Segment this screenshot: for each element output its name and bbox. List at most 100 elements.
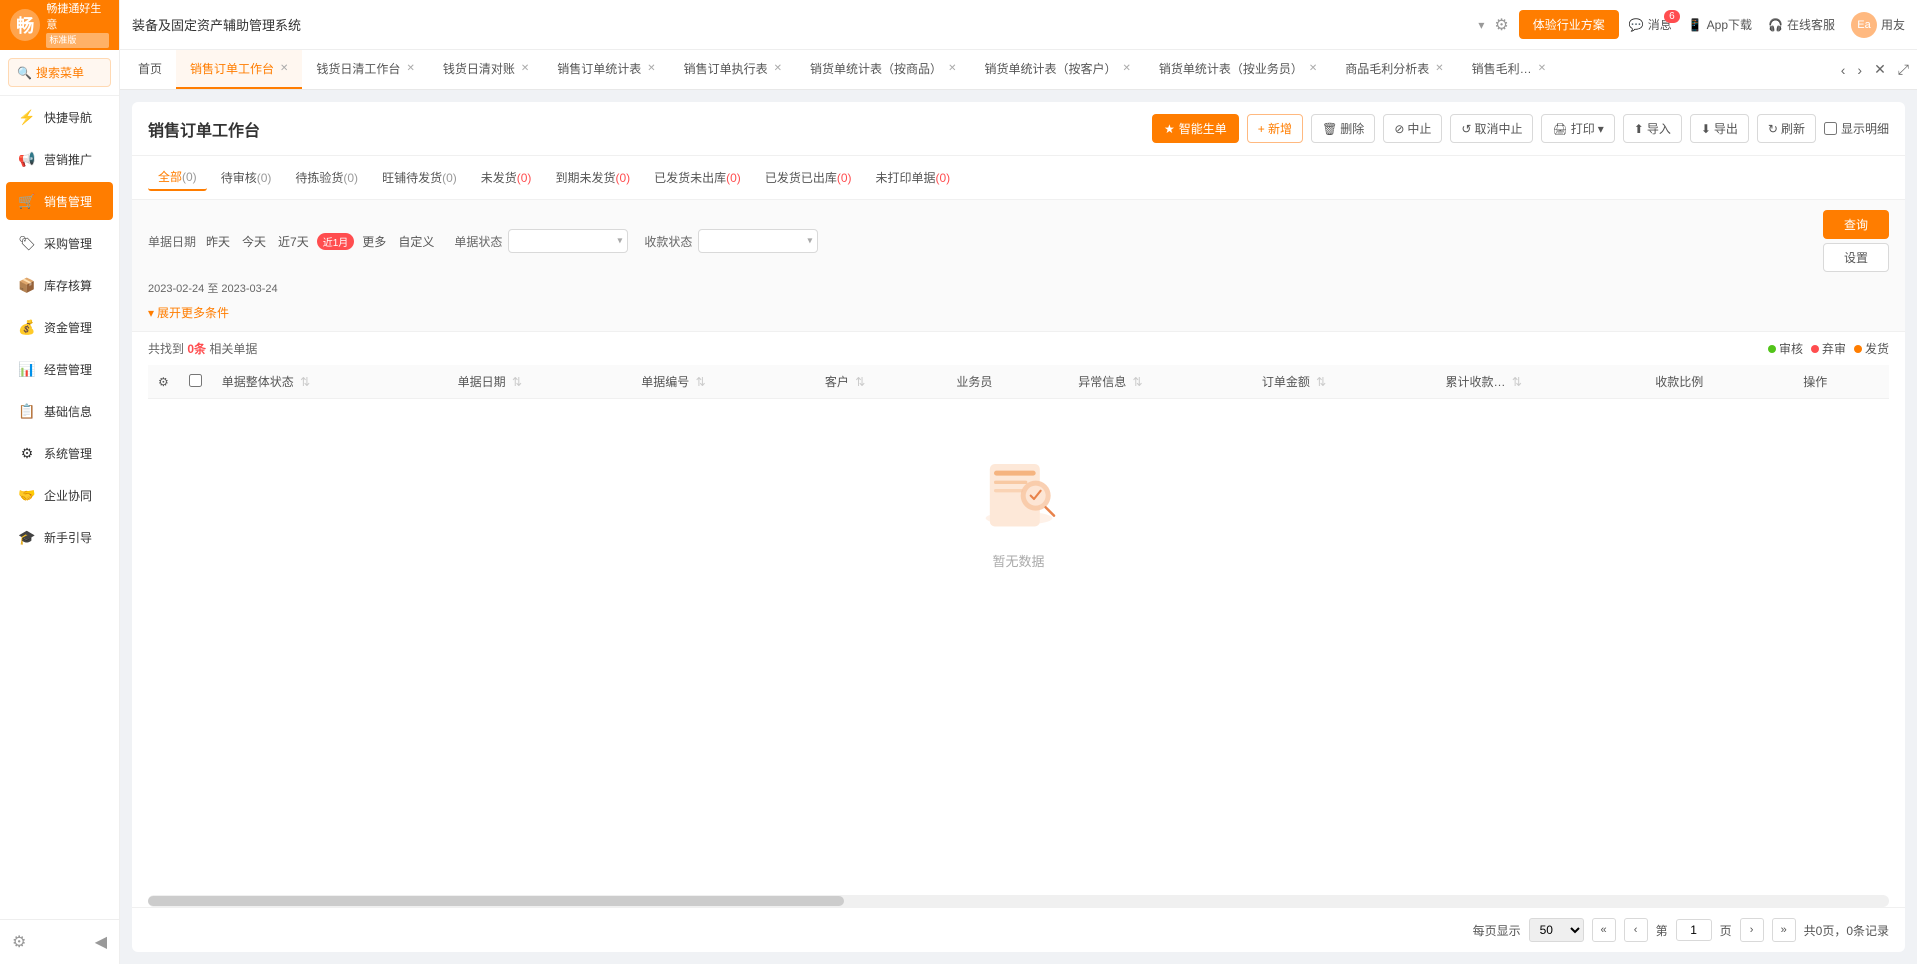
tab-close-icon[interactable]: ✕ xyxy=(521,63,529,74)
tab-close-icon[interactable]: ✕ xyxy=(1538,63,1546,74)
tab-cash-daily[interactable]: 钱货日清工作台 ✕ xyxy=(302,50,428,89)
tab-home[interactable]: 首页 xyxy=(124,50,176,89)
date-1month[interactable]: 近1月 xyxy=(317,233,355,250)
tab-close-icon[interactable]: ✕ xyxy=(1435,63,1443,74)
stop-button[interactable]: ⊘ 中止 xyxy=(1383,114,1442,143)
tab-close-icon[interactable]: ✕ xyxy=(1309,63,1317,74)
th-check xyxy=(179,365,212,399)
tab-prev-btn[interactable]: ‹ xyxy=(1837,58,1850,82)
export-button[interactable]: ⬇ 导出 xyxy=(1690,114,1749,143)
sidebar-item-marketing[interactable]: 📢 营销推广 xyxy=(6,140,113,178)
detail-toggle-label[interactable]: 显示明细 xyxy=(1824,120,1889,137)
per-page-label: 每页显示 xyxy=(1473,922,1521,939)
tab-sales-stat[interactable]: 销售订单统计表 ✕ xyxy=(543,50,669,89)
cancel-stop-button[interactable]: ↺ 取消中止 xyxy=(1450,114,1533,143)
service-item[interactable]: 🎧 在线客服 xyxy=(1768,16,1835,33)
tab-close-icon[interactable]: ✕ xyxy=(406,63,414,74)
tab-close-icon[interactable]: ✕ xyxy=(774,63,782,74)
filter-tab-not-printed[interactable]: 未打印单据(0) xyxy=(866,165,961,190)
industry-btn[interactable]: 体验行业方案 xyxy=(1519,10,1619,39)
date-7days[interactable]: 近7天 xyxy=(274,231,313,252)
header-settings-icon[interactable]: ⚙ xyxy=(1494,15,1508,35)
cancel-stop-icon: ↺ xyxy=(1461,122,1471,136)
th-operation: 操作 xyxy=(1793,365,1889,399)
expand-conditions-button[interactable]: ▾ 展开更多条件 xyxy=(148,304,229,321)
filter-tab-pending-review[interactable]: 待审核(0) xyxy=(211,165,282,190)
filter-tab-shipped-in[interactable]: 已发货已出库(0) xyxy=(755,165,862,190)
collapse-sidebar-icon[interactable]: ◀ xyxy=(91,928,111,956)
tab-close-icon[interactable]: ✕ xyxy=(647,63,655,74)
import-button[interactable]: ⬆ 导入 xyxy=(1623,114,1682,143)
tab-sales-exec[interactable]: 销售订单执行表 ✕ xyxy=(670,50,796,89)
tab-next-btn[interactable]: › xyxy=(1853,58,1866,82)
filter-tab-expired[interactable]: 到期未发货(0) xyxy=(545,165,640,190)
cancel-meta-btn[interactable]: 弃审 xyxy=(1811,340,1846,357)
date-custom[interactable]: 自定义 xyxy=(394,231,438,252)
scrollbar-thumb[interactable] xyxy=(148,896,844,906)
page-input[interactable] xyxy=(1676,919,1712,941)
tab-cash-ledger[interactable]: 钱货日清对账 ✕ xyxy=(429,50,543,89)
sidebar-item-newbie[interactable]: 🎓 新手引导 xyxy=(6,518,113,556)
message-item[interactable]: 💬 消息 6 xyxy=(1629,16,1672,33)
sidebar-item-finance[interactable]: 💰 资金管理 xyxy=(6,308,113,346)
receipt-select[interactable] xyxy=(698,229,818,253)
tab-sales-profit[interactable]: 销售毛利… ✕ xyxy=(1458,50,1560,89)
tab-sales-stat2[interactable]: 销货单统计表（按商品） ✕ xyxy=(796,50,970,89)
next-page-btn[interactable]: › xyxy=(1740,918,1764,942)
date-yesterday[interactable]: 昨天 xyxy=(202,231,234,252)
header-right: 💬 消息 6 📱 App下载 🎧 在线客服 Ea 用友 xyxy=(1629,12,1905,38)
set-button[interactable]: 设置 xyxy=(1823,243,1889,272)
header-dropdown-icon[interactable]: ▾ xyxy=(1478,18,1484,32)
tab-close-icon[interactable]: ✕ xyxy=(1122,63,1130,74)
tab-sales-stat3[interactable]: 销货单统计表（按客户） ✕ xyxy=(970,50,1144,89)
sidebar-item-quick-nav[interactable]: ⚡ 快捷导航 xyxy=(6,98,113,136)
audit-meta-btn[interactable]: 审核 xyxy=(1768,340,1803,357)
refresh-button[interactable]: ↻ 刷新 xyxy=(1757,114,1816,143)
tab-maximize-btn[interactable]: ⤢ xyxy=(1894,57,1913,82)
sidebar-item-system[interactable]: ⚙ 系统管理 xyxy=(6,434,113,472)
sidebar-item-label: 资金管理 xyxy=(44,319,92,336)
add-button[interactable]: + 新增 xyxy=(1247,114,1303,143)
sidebar-item-basic[interactable]: 📋 基础信息 xyxy=(6,392,113,430)
settings-bottom-icon[interactable]: ⚙ xyxy=(8,928,30,956)
tab-close-btn[interactable]: ✕ xyxy=(1870,57,1890,82)
smart-create-button[interactable]: ★ 智能生单 xyxy=(1152,114,1239,143)
date-more[interactable]: 更多 xyxy=(358,231,390,252)
sidebar-item-enterprise[interactable]: 🤝 企业协同 xyxy=(6,476,113,514)
tab-margin-stat[interactable]: 商品毛利分析表 ✕ xyxy=(1331,50,1457,89)
first-page-btn[interactable]: « xyxy=(1592,918,1616,942)
expand-icon: ▾ xyxy=(148,306,154,320)
deliver-dot xyxy=(1854,345,1862,353)
filter-tab-pending-check[interactable]: 待拣验货(0) xyxy=(285,165,368,190)
app-item[interactable]: 📱 App下载 xyxy=(1688,16,1752,33)
detail-toggle-checkbox[interactable] xyxy=(1824,122,1837,135)
receipt-select-wrapper xyxy=(698,229,818,253)
filter-tab-not-shipped[interactable]: 未发货(0) xyxy=(471,165,542,190)
tab-sales-workbench[interactable]: 销售订单工作台 ✕ xyxy=(176,50,302,89)
column-settings-icon[interactable]: ⚙ xyxy=(158,375,169,389)
sidebar-item-purchase[interactable]: 🏷 采购管理 xyxy=(6,224,113,262)
scrollbar-area[interactable] xyxy=(148,895,1889,907)
print-button[interactable]: 🖨 打印 ▾ xyxy=(1541,114,1614,143)
query-button[interactable]: 查询 xyxy=(1823,210,1889,239)
prev-page-btn[interactable]: ‹ xyxy=(1624,918,1648,942)
user-item[interactable]: Ea 用友 xyxy=(1851,12,1905,38)
date-today[interactable]: 今天 xyxy=(238,231,270,252)
sidebar-item-operation[interactable]: 📊 经营管理 xyxy=(6,350,113,388)
filter-tab-wangpu[interactable]: 旺铺待发货(0) xyxy=(372,165,467,190)
delete-button[interactable]: 🗑 删除 xyxy=(1311,114,1375,143)
deliver-meta-btn[interactable]: 发货 xyxy=(1854,340,1889,357)
last-page-btn[interactable]: » xyxy=(1772,918,1796,942)
per-page-select[interactable]: 20 50 100 xyxy=(1529,918,1584,942)
filter-tab-shipped-not-in[interactable]: 已发货未出库(0) xyxy=(644,165,751,190)
filter-tab-all[interactable]: 全部(0) xyxy=(148,164,207,191)
select-all-checkbox[interactable] xyxy=(189,374,202,387)
search-menu-button[interactable]: 🔍 搜索菜单 xyxy=(8,58,111,87)
search-row-2: 2023-02-24 至 2023-03-24 xyxy=(148,280,1889,296)
sidebar-item-sales[interactable]: 🛒 销售管理 xyxy=(6,182,113,220)
status-select[interactable] xyxy=(508,229,628,253)
tab-close-icon[interactable]: ✕ xyxy=(280,63,288,74)
tab-close-icon[interactable]: ✕ xyxy=(948,63,956,74)
tab-sales-stat4[interactable]: 销货单统计表（按业务员） ✕ xyxy=(1145,50,1331,89)
sidebar-item-inventory[interactable]: 📦 库存核算 xyxy=(6,266,113,304)
